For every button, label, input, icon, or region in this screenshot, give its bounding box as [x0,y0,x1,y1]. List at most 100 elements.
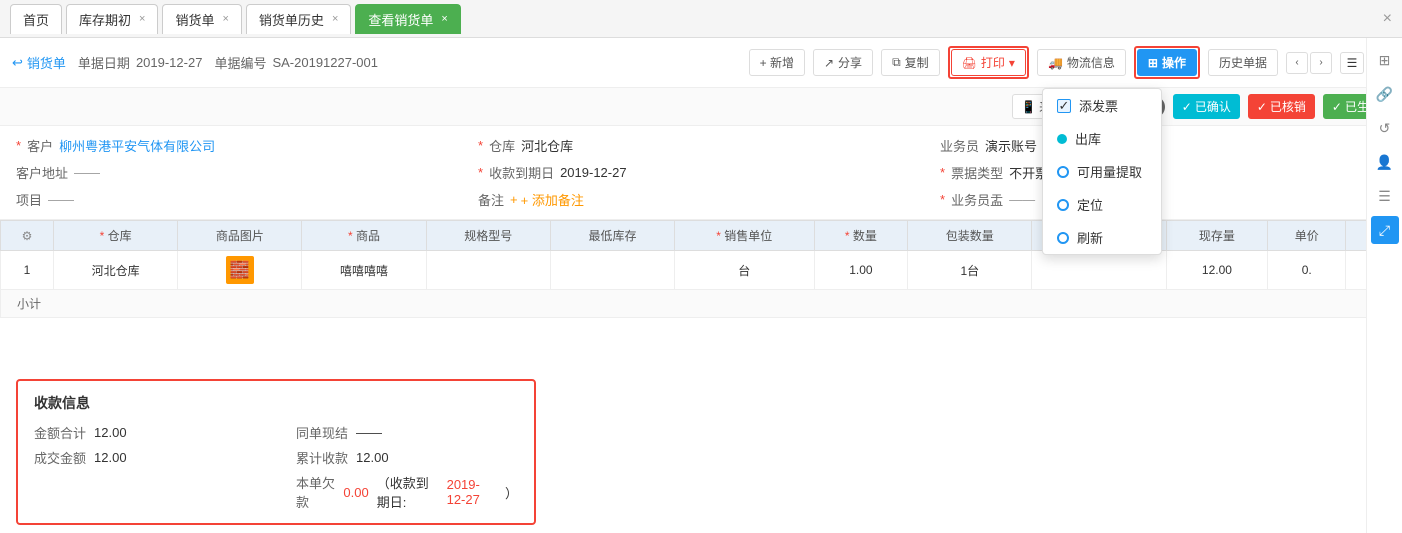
cumulative-payment-label: 累计收款 [296,448,348,467]
copy-label: 复制 [905,54,929,71]
sidebar-user-icon[interactable]: 👤 [1371,148,1399,176]
add-note-label: + 添加备注 [521,190,584,209]
share-icon: ↗ [824,56,834,70]
tab-bar-close-icon[interactable]: × [1383,10,1392,28]
staffsales-required: * [940,192,945,207]
subtotal-label: 小计 [1,290,1402,318]
doc-actions: + 新增 ↗ 分享 ⧉ 复制 🖨 打印 ▾ 🚚 [749,46,1390,79]
tab-inventory-close[interactable]: × [139,13,145,25]
available-qty-label: 可用量提取 [1077,162,1142,181]
next-arrow[interactable]: › [1310,52,1332,74]
locate-circle-icon [1057,199,1069,211]
product-table-section: ⚙ * 仓库 商品图片 * 商品 规格型号 最低库存 * 销售单位 * 数量 包… [0,219,1402,363]
tab-sales-close[interactable]: × [222,13,228,25]
sidebar-table-icon[interactable]: ⊞ [1371,46,1399,74]
outstanding-suffix: （收款到期日: [377,473,439,511]
tab-home[interactable]: 首页 [10,4,62,34]
effective-icon: ✓ [1332,100,1342,114]
ops-button-wrapper: ⊞ 操作 [1134,46,1200,79]
available-qty-circle-icon [1057,166,1069,178]
paydate-required: * [478,165,483,180]
outstanding-suffix2: ） [505,483,518,502]
copy-button[interactable]: ⧉ 复制 [881,49,940,76]
tab-inventory[interactable]: 库存期初 × [66,4,158,34]
print-button[interactable]: 🖨 打印 ▾ [951,49,1026,76]
tab-inventory-label: 库存期初 [79,10,131,29]
print-label: 打印 [981,54,1005,71]
canceled-button[interactable]: ✓ 已核销 [1248,94,1315,119]
tickettype-required: * [940,165,945,180]
dropdown-refresh[interactable]: 刷新 [1043,221,1161,254]
remark-label: 备注 [478,190,504,209]
dropdown-add-invoice[interactable]: ✓ 添发票 [1043,89,1161,122]
tab-bar: 首页 库存期初 × 销货单 × 销货单历史 × 查看销货单 × × [0,0,1402,38]
ops-grid-icon: ⊞ [1148,56,1158,70]
cell-available [1032,251,1166,290]
add-invoice-icon: ✓ [1057,99,1071,113]
warehouse-row: * 仓库 河北仓库 [478,136,924,155]
dropdown-locate[interactable]: 定位 [1043,188,1161,221]
cell-qty: 1.00 [814,251,908,290]
cell-pack-qty: 1台 [908,251,1032,290]
add-note-button[interactable]: + + 添加备注 [510,190,584,209]
tab-view-sales-close[interactable]: × [441,13,447,25]
dropdown-outbound[interactable]: 出库 [1043,122,1161,155]
date-value: 2019-12-27 [136,55,203,70]
confirmed-label: 已确认 [1195,98,1231,115]
customer-required: * [16,138,21,153]
confirmed-button[interactable]: ✓ 已确认 [1173,94,1240,119]
doc-header-left: ↩ 销货单 单据日期 2019-12-27 单据编号 SA-20191227-0… [12,53,378,72]
th-warehouse: * 仓库 [54,221,178,251]
operate-button[interactable]: ⊞ 操作 [1137,49,1197,76]
tab-history-close[interactable]: × [332,13,338,25]
tab-sales[interactable]: 销货单 × [162,4,241,34]
remark-row: 备注 + + 添加备注 [478,190,924,209]
payment-info-box: 收款信息 金额合计 12.00 同单现结 —— 成交金额 12.00 [16,379,536,525]
sidebar-expand-icon[interactable]: ⤢ [1371,216,1399,244]
product-table: ⚙ * 仓库 商品图片 * 商品 规格型号 最低库存 * 销售单位 * 数量 包… [0,220,1402,318]
project-row: 项目 —— [16,190,462,209]
staff-label: 业务员 [940,136,979,155]
paydate-value: 2019-12-27 [560,165,627,180]
dropdown-available-qty[interactable]: 可用量提取 [1043,155,1161,188]
product-image: 🧱 [226,256,254,284]
tab-view-sales[interactable]: 查看销货单 × [355,4,460,34]
project-label: 项目 [16,190,42,209]
history-button[interactable]: 历史单据 [1208,49,1278,76]
total-amount-label: 金额合计 [34,423,86,442]
th-stock: 现存量 [1166,221,1267,251]
share-button[interactable]: ↗ 分享 [813,49,873,76]
logistics-button[interactable]: 🚚 物流信息 [1037,49,1126,76]
confirmed-icon: ✓ [1182,100,1192,114]
staffsales-value: —— [1009,192,1035,207]
warehouse-label: 仓库 [489,136,515,155]
customer-value[interactable]: 柳州粤港平安气体有限公司 [59,136,215,155]
subtotal-row: 小计 [1,290,1402,318]
th-config[interactable]: ⚙ [1,221,54,251]
ops-label: 操作 [1162,54,1186,71]
th-product: * 商品 [302,221,426,251]
sidebar-list-icon[interactable]: ☰ [1371,182,1399,210]
number-value: SA-20191227-001 [272,55,378,70]
cell-index: 1 [1,251,54,290]
tab-history[interactable]: 销货单历史 × [246,4,351,34]
tab-home-label: 首页 [23,10,49,29]
outstanding-value: 0.00 [343,485,368,500]
list-view-icon[interactable]: ☰ [1340,52,1364,74]
new-button[interactable]: + 新增 [749,49,805,76]
print-icon: 🖨 [962,56,977,70]
doc-date-meta: 单据日期 2019-12-27 [78,53,203,72]
number-label: 单据编号 [214,53,266,72]
refresh-circle-icon [1057,232,1069,244]
prev-arrow[interactable]: ‹ [1286,52,1308,74]
deal-amount-value: 12.00 [94,450,127,465]
tab-history-label: 销货单历史 [259,10,324,29]
same-order-value: —— [356,425,382,440]
share-label: 分享 [838,54,862,71]
sidebar-link-icon[interactable]: 🔗 [1371,80,1399,108]
sidebar-refresh-icon[interactable]: ↺ [1371,114,1399,142]
same-order-row: 同单现结 —— [296,423,518,442]
th-product-img: 商品图片 [178,221,302,251]
customer-row: * 客户 柳州粤港平安气体有限公司 [16,136,462,155]
main-content: ↩ 销货单 单据日期 2019-12-27 单据编号 SA-20191227-0… [0,38,1402,533]
